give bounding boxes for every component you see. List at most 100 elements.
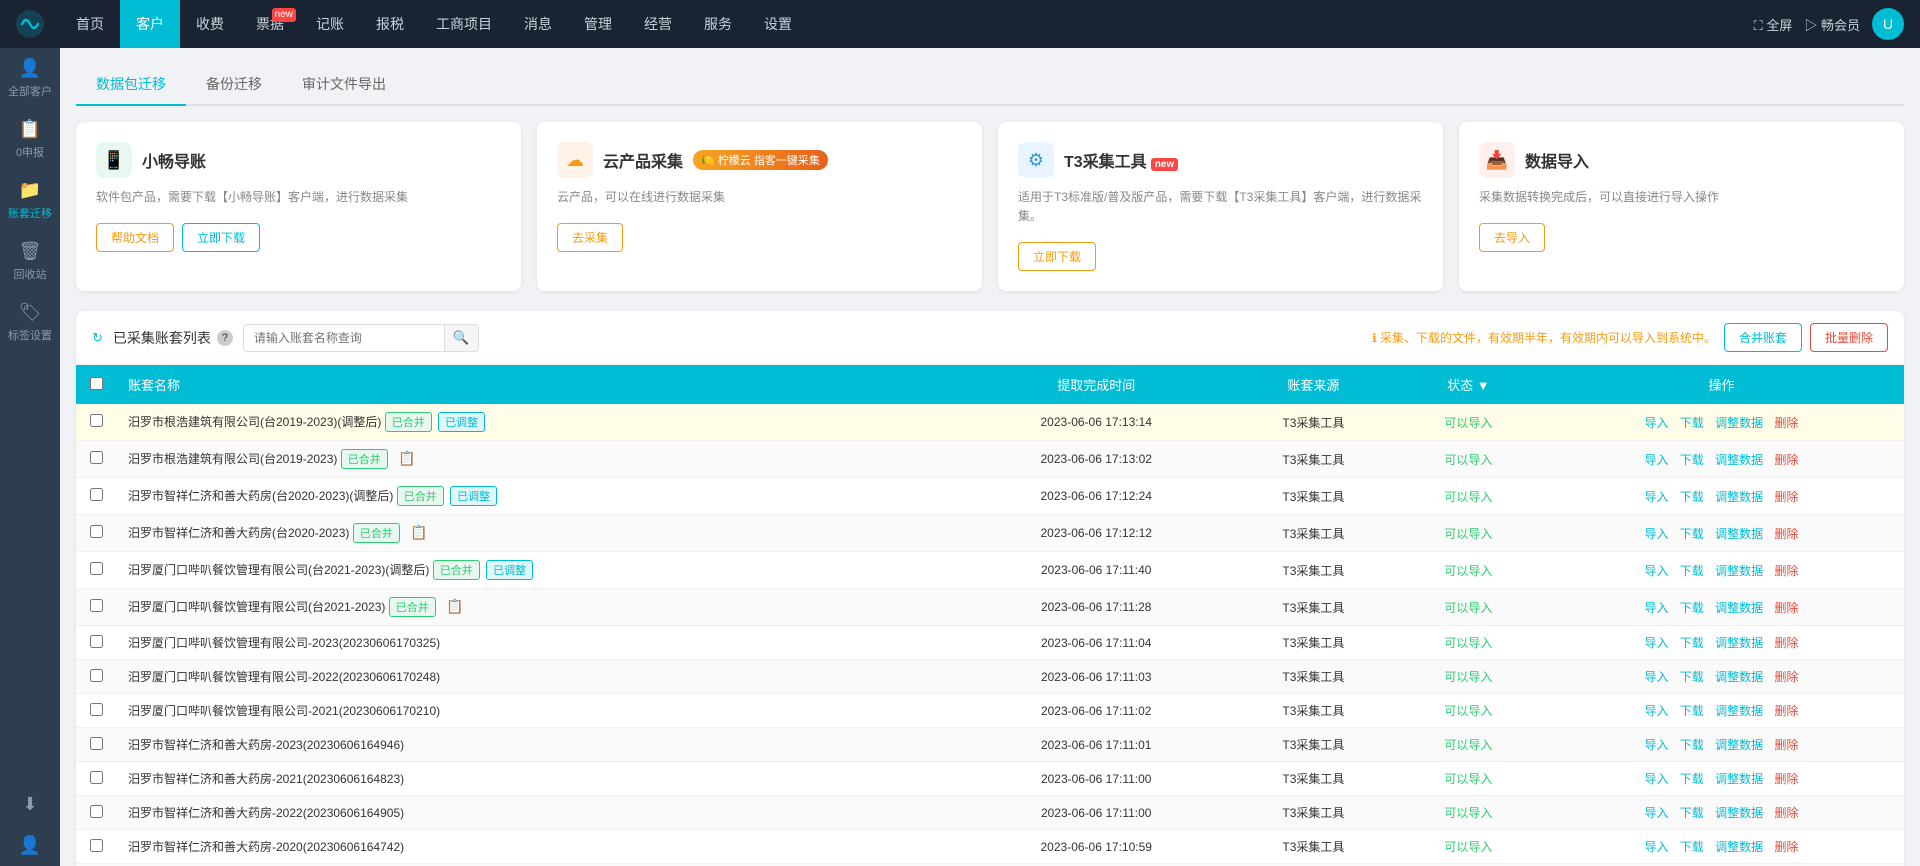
search-btn[interactable]: 🔍 — [444, 325, 478, 351]
member-btn[interactable]: ▷ 畅会员 — [1804, 15, 1860, 34]
action-删除[interactable]: 删除 — [1771, 490, 1803, 504]
sidebar-item-recycle[interactable]: 🗑 回收站 — [0, 231, 60, 292]
import-go-btn[interactable]: 去导入 — [1479, 223, 1545, 252]
row-checkbox[interactable] — [90, 488, 103, 501]
row-checkbox[interactable] — [90, 703, 103, 716]
action-删除[interactable]: 删除 — [1771, 772, 1803, 786]
action-调整数据[interactable]: 调整数据 — [1711, 453, 1767, 467]
action-调整数据[interactable]: 调整数据 — [1711, 601, 1767, 615]
sidebar-item-download[interactable]: ⬇ — [0, 784, 60, 825]
action-调整数据[interactable]: 调整数据 — [1711, 738, 1767, 752]
action-下载[interactable]: 下载 — [1676, 601, 1708, 615]
row-checkbox[interactable] — [90, 414, 103, 427]
refresh-icon[interactable]: ↻ — [92, 330, 103, 346]
row-checkbox[interactable] — [90, 805, 103, 818]
search-input[interactable] — [244, 326, 444, 350]
tab-data-migrate[interactable]: 数据包迁移 — [76, 64, 186, 106]
action-下载[interactable]: 下载 — [1676, 704, 1708, 718]
nav-operation[interactable]: 经营 — [628, 0, 688, 48]
select-all-checkbox[interactable] — [90, 377, 103, 390]
action-调整数据[interactable]: 调整数据 — [1711, 840, 1767, 854]
row-checkbox[interactable] — [90, 737, 103, 750]
nav-settings[interactable]: 设置 — [748, 0, 808, 48]
action-下载[interactable]: 下载 — [1676, 772, 1708, 786]
row-checkbox[interactable] — [90, 771, 103, 784]
action-导入[interactable]: 导入 — [1640, 416, 1672, 430]
action-导入[interactable]: 导入 — [1640, 564, 1672, 578]
action-删除[interactable]: 删除 — [1771, 564, 1803, 578]
action-导入[interactable]: 导入 — [1640, 738, 1672, 752]
tab-audit-export[interactable]: 审计文件导出 — [282, 64, 406, 106]
action-调整数据[interactable]: 调整数据 — [1711, 564, 1767, 578]
action-删除[interactable]: 删除 — [1771, 840, 1803, 854]
nav-customer[interactable]: 客户 — [120, 0, 180, 48]
action-下载[interactable]: 下载 — [1676, 670, 1708, 684]
sidebar-item-user-settings[interactable]: 👤 — [0, 825, 60, 866]
merge-btn[interactable]: 合并账套 — [1724, 323, 1802, 352]
col-status[interactable]: 状态 ▼ — [1398, 365, 1539, 404]
action-下载[interactable]: 下载 — [1676, 564, 1708, 578]
action-导入[interactable]: 导入 — [1640, 527, 1672, 541]
copy-icon[interactable]: 📋 — [410, 524, 427, 540]
action-调整数据[interactable]: 调整数据 — [1711, 490, 1767, 504]
avatar[interactable]: U — [1872, 8, 1904, 40]
xiaochang-help-btn[interactable]: 帮助文档 — [96, 223, 174, 252]
action-删除[interactable]: 删除 — [1771, 806, 1803, 820]
action-删除[interactable]: 删除 — [1771, 670, 1803, 684]
action-删除[interactable]: 删除 — [1771, 527, 1803, 541]
action-调整数据[interactable]: 调整数据 — [1711, 416, 1767, 430]
copy-icon[interactable]: 📋 — [398, 450, 415, 466]
action-下载[interactable]: 下载 — [1676, 453, 1708, 467]
action-导入[interactable]: 导入 — [1640, 490, 1672, 504]
action-调整数据[interactable]: 调整数据 — [1711, 704, 1767, 718]
nav-business[interactable]: 工商项目 — [420, 0, 508, 48]
action-删除[interactable]: 删除 — [1771, 601, 1803, 615]
copy-icon[interactable]: 📋 — [446, 598, 463, 614]
nav-fee[interactable]: 收费 — [180, 0, 240, 48]
action-删除[interactable]: 删除 — [1771, 636, 1803, 650]
xiaochang-download-btn[interactable]: 立即下载 — [182, 223, 260, 252]
sidebar-item-all-customers[interactable]: 👤 全部客户 — [0, 48, 60, 109]
action-下载[interactable]: 下载 — [1676, 840, 1708, 854]
action-下载[interactable]: 下载 — [1676, 490, 1708, 504]
nav-tax[interactable]: 报税 — [360, 0, 420, 48]
nav-invoice[interactable]: 票据new — [240, 0, 300, 48]
row-checkbox[interactable] — [90, 599, 103, 612]
sidebar-item-zero-declare[interactable]: 📋 0申报 — [0, 109, 60, 170]
action-调整数据[interactable]: 调整数据 — [1711, 670, 1767, 684]
action-调整数据[interactable]: 调整数据 — [1711, 772, 1767, 786]
action-删除[interactable]: 删除 — [1771, 738, 1803, 752]
action-导入[interactable]: 导入 — [1640, 772, 1672, 786]
action-导入[interactable]: 导入 — [1640, 840, 1672, 854]
action-删除[interactable]: 删除 — [1771, 416, 1803, 430]
batch-delete-btn[interactable]: 批量删除 — [1810, 323, 1888, 352]
nav-message[interactable]: 消息 — [508, 0, 568, 48]
action-删除[interactable]: 删除 — [1771, 453, 1803, 467]
action-调整数据[interactable]: 调整数据 — [1711, 806, 1767, 820]
action-导入[interactable]: 导入 — [1640, 636, 1672, 650]
action-导入[interactable]: 导入 — [1640, 704, 1672, 718]
action-导入[interactable]: 导入 — [1640, 806, 1672, 820]
app-logo[interactable] — [0, 0, 60, 48]
fullscreen-btn[interactable]: ⛶ 全屏 — [1754, 15, 1793, 34]
action-下载[interactable]: 下载 — [1676, 806, 1708, 820]
tab-backup-migrate[interactable]: 备份迁移 — [186, 64, 282, 106]
action-下载[interactable]: 下载 — [1676, 636, 1708, 650]
cloud-collect-btn[interactable]: 去采集 — [557, 223, 623, 252]
row-checkbox[interactable] — [90, 839, 103, 852]
action-下载[interactable]: 下载 — [1676, 527, 1708, 541]
action-调整数据[interactable]: 调整数据 — [1711, 636, 1767, 650]
nav-home[interactable]: 首页 — [60, 0, 120, 48]
action-删除[interactable]: 删除 — [1771, 704, 1803, 718]
nav-accounting[interactable]: 记账 — [300, 0, 360, 48]
action-下载[interactable]: 下载 — [1676, 416, 1708, 430]
row-checkbox[interactable] — [90, 525, 103, 538]
nav-service[interactable]: 服务 — [688, 0, 748, 48]
help-icon[interactable]: ? — [217, 330, 233, 346]
sidebar-item-tag[interactable]: 🏷 标签设置 — [0, 292, 60, 353]
t3-download-btn[interactable]: 立即下载 — [1018, 242, 1096, 271]
action-导入[interactable]: 导入 — [1640, 670, 1672, 684]
row-checkbox[interactable] — [90, 669, 103, 682]
sidebar-item-account-migrate[interactable]: 📁 账套迁移 — [0, 170, 60, 231]
action-下载[interactable]: 下载 — [1676, 738, 1708, 752]
